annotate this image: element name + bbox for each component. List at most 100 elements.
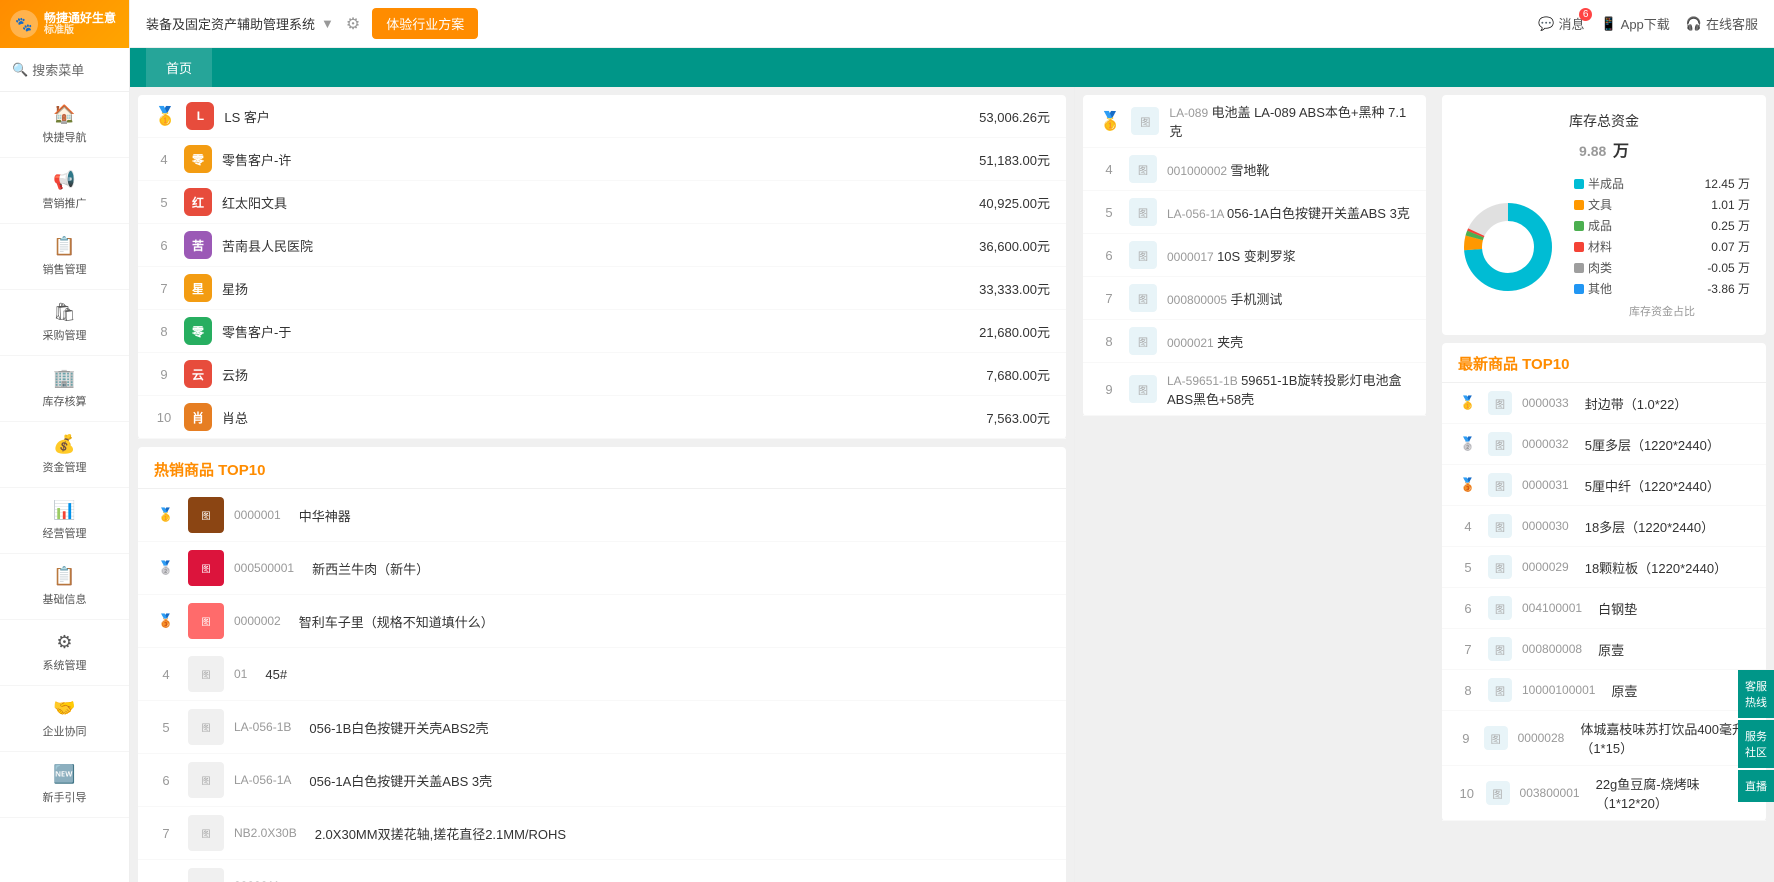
ranking-item-6[interactable]: 8 零 零售客户-于 21,680.00元 [138, 310, 1066, 353]
product-name-4: 10S 变刺罗浆 [1217, 249, 1296, 264]
hot-product-4[interactable]: 4 图 01 45# [138, 648, 1066, 701]
newest-icon-1: 图 [1488, 391, 1512, 415]
newest-item-1[interactable]: 🥇 图 0000033 封边带（1.0*22） [1442, 383, 1766, 424]
product-item-1[interactable]: 🥇 图 LA-089 电池盖 LA-089 ABS本色+黑种 7.1克 [1083, 95, 1426, 148]
hot-rank-3: 🥉 [154, 613, 178, 629]
newest-item-5[interactable]: 5 图 0000029 18颗粒板（1220*2440） [1442, 547, 1766, 588]
legend-value-3: 0.25 万 [1711, 217, 1750, 234]
product-item-3[interactable]: 5 图 LA-056-1A 056-1A白色按键开关盖ABS 3克 [1083, 191, 1426, 234]
newest-item-7[interactable]: 7 图 000800008 原壹 [1442, 629, 1766, 670]
quicknav-label: 快捷导航 [43, 129, 87, 145]
search-menu-button[interactable]: 🔍 搜索菜单 [8, 56, 121, 83]
newest-code-7: 000800008 [1522, 642, 1582, 656]
sidebar-item-marketing[interactable]: 📢 营销推广 [0, 158, 129, 224]
amount-5: 33,333.00元 [979, 279, 1050, 298]
legend-value-1: 12.45 万 [1705, 175, 1750, 192]
ranking-item-8[interactable]: 10 肖 肖总 7,563.00元 [138, 396, 1066, 439]
newest-item-8[interactable]: 8 图 10000100001 原壹 [1442, 670, 1766, 711]
settings-icon[interactable]: ⚙ [346, 14, 360, 34]
hot-product-5[interactable]: 5 图 LA-056-1B 056-1B白色按键开关壳ABS2壳 [138, 701, 1066, 754]
ranking-item-1[interactable]: 🥇 L LS 客户 53,006.26元 [138, 95, 1066, 138]
float-btn-community[interactable]: 服务社区 [1738, 720, 1774, 768]
tab-home[interactable]: 首页 [146, 48, 212, 87]
rank-num-2: 4 [154, 152, 174, 167]
hot-product-8[interactable]: 8 图 0000011 12070519-xs [138, 860, 1066, 882]
newest-code-2: 0000032 [1522, 437, 1569, 451]
rank-num-8: 10 [154, 410, 174, 425]
sidebar-item-inventory[interactable]: 🏢 库存核算 [0, 356, 129, 422]
newest-item-10[interactable]: 10 图 003800001 22g鱼豆腐-烧烤味（1*12*20） [1442, 766, 1766, 821]
product-icon-7: 图 [1129, 375, 1157, 403]
quicknav-icon: 🏠 [53, 104, 75, 125]
sidebar-item-enterprise[interactable]: 🤝 企业协同 [0, 686, 129, 752]
avatar-7: 云 [184, 360, 212, 388]
hot-product-7[interactable]: 7 图 NB2.0X30B 2.0X30MM双搓花轴,搓花直径2.1MM/ROH… [138, 807, 1066, 860]
customer-name-4: 苦南县人民医院 [222, 236, 969, 255]
avatar-4: 苦 [184, 231, 212, 259]
product-info-1: LA-089 电池盖 LA-089 ABS本色+黑种 7.1克 [1169, 102, 1410, 140]
product-item-4[interactable]: 6 图 0000017 10S 变刺罗浆 [1083, 234, 1426, 277]
newest-item-2[interactable]: 🥈 图 0000032 5厘多层（1220*2440） [1442, 424, 1766, 465]
ranking-item-5[interactable]: 7 星 星扬 33,333.00元 [138, 267, 1066, 310]
sidebar-item-sales[interactable]: 📋 销售管理 [0, 224, 129, 290]
hot-product-2[interactable]: 🥈 图 000500001 新西兰牛肉（新牛） [138, 542, 1066, 595]
newest-rank-5: 5 [1458, 560, 1478, 575]
product-rank-5: 7 [1099, 291, 1119, 306]
sidebar-item-system[interactable]: ⚙ 系统管理 [0, 620, 129, 686]
newest-item-3[interactable]: 🥉 图 0000031 5厘中纤（1220*2440） [1442, 465, 1766, 506]
newest-name-10: 22g鱼豆腐-烧烤味（1*12*20） [1596, 774, 1750, 812]
newest-name-6: 白钢垫 [1598, 599, 1637, 618]
purchase-label: 采购管理 [43, 327, 87, 343]
sidebar-item-operations[interactable]: 📊 经营管理 [0, 488, 129, 554]
hot-product-1[interactable]: 🥇 图 0000001 中华神器 [138, 489, 1066, 542]
product-item-7[interactable]: 9 图 LA-59651-1B 59651-1B旋转投影灯电池盒ABS黑色+58… [1083, 363, 1426, 416]
product-item-2[interactable]: 4 图 001000002 雪地靴 [1083, 148, 1426, 191]
product-info-6: 0000021 夹壳 [1167, 332, 1410, 351]
rank-num-6: 8 [154, 324, 174, 339]
newest-icon-10: 图 [1486, 781, 1510, 805]
product-item-5[interactable]: 7 图 000800005 手机测试 [1083, 277, 1426, 320]
float-btn-live[interactable]: 直播 [1738, 770, 1774, 802]
product-info-3: LA-056-1A 056-1A白色按键开关盖ABS 3克 [1167, 203, 1410, 222]
ranking-item-2[interactable]: 4 零 零售客户-许 51,183.00元 [138, 138, 1066, 181]
ranking-item-3[interactable]: 5 红 红太阳文具 40,925.00元 [138, 181, 1066, 224]
amount-8: 7,563.00元 [986, 408, 1050, 427]
enterprise-label: 企业协同 [43, 723, 87, 739]
sidebar-item-finance[interactable]: 💰 资金管理 [0, 422, 129, 488]
sidebar-item-basic[interactable]: 📋 基础信息 [0, 554, 129, 620]
message-button[interactable]: 💬 消息 6 [1538, 14, 1584, 33]
newest-item-4[interactable]: 4 图 0000030 18多层（1220*2440） [1442, 506, 1766, 547]
sidebar-item-purchase[interactable]: 🛍 采购管理 [0, 290, 129, 356]
sidebar-item-guide[interactable]: 🆕 新手引导 [0, 752, 129, 818]
legend-value-6: -3.86 万 [1707, 280, 1750, 297]
trial-button[interactable]: 体验行业方案 [372, 8, 478, 39]
hot-code-4: 01 [234, 667, 247, 681]
newest-item-9[interactable]: 9 图 0000028 体城嘉枝味苏打饮品400毫升（1*15） [1442, 711, 1766, 766]
hot-product-6[interactable]: 6 图 LA-056-1A 056-1A白色按键开关盖ABS 3壳 [138, 754, 1066, 807]
finance-label: 资金管理 [43, 459, 87, 475]
sidebar-item-quicknav[interactable]: 🏠 快捷导航 [0, 92, 129, 158]
legend-item-2: 文具 1.01 万 [1574, 196, 1750, 213]
dropdown-icon[interactable]: ▼ [321, 16, 334, 31]
product-code-7: LA-59651-1B [1167, 374, 1241, 388]
chart-legend: 半成品 12.45 万 文具 1.01 万 成品 0.25 万 [1574, 175, 1750, 319]
system-selector[interactable]: 装备及固定资产辅助管理系统 ▼ [146, 14, 334, 33]
marketing-icon: 📢 [53, 170, 75, 191]
legend-name-1: 半成品 [1588, 175, 1705, 192]
hot-name-3: 智利车子里（规格不知道填什么） [299, 612, 494, 631]
float-btn-service[interactable]: 客服热线 [1738, 670, 1774, 718]
logo-sub: 标准版 [44, 25, 116, 37]
product-icon-3: 图 [1129, 198, 1157, 226]
search-section[interactable]: 🔍 搜索菜单 [0, 48, 129, 92]
app-download-button[interactable]: 📱 App下载 [1600, 14, 1669, 33]
ranking-item-7[interactable]: 9 云 云扬 7,680.00元 [138, 353, 1066, 396]
legend-color-1 [1574, 179, 1584, 189]
system-icon: ⚙ [56, 632, 72, 653]
hot-product-3[interactable]: 🥉 图 0000002 智利车子里（规格不知道填什么） [138, 595, 1066, 648]
legend-item-6: 其他 -3.86 万 [1574, 280, 1750, 297]
online-service-button[interactable]: 🎧 在线客服 [1686, 14, 1758, 33]
ranking-item-4[interactable]: 6 苦 苦南县人民医院 36,600.00元 [138, 224, 1066, 267]
product-rank-2: 4 [1099, 162, 1119, 177]
product-item-6[interactable]: 8 图 0000021 夹壳 [1083, 320, 1426, 363]
newest-item-6[interactable]: 6 图 004100001 白钢垫 [1442, 588, 1766, 629]
